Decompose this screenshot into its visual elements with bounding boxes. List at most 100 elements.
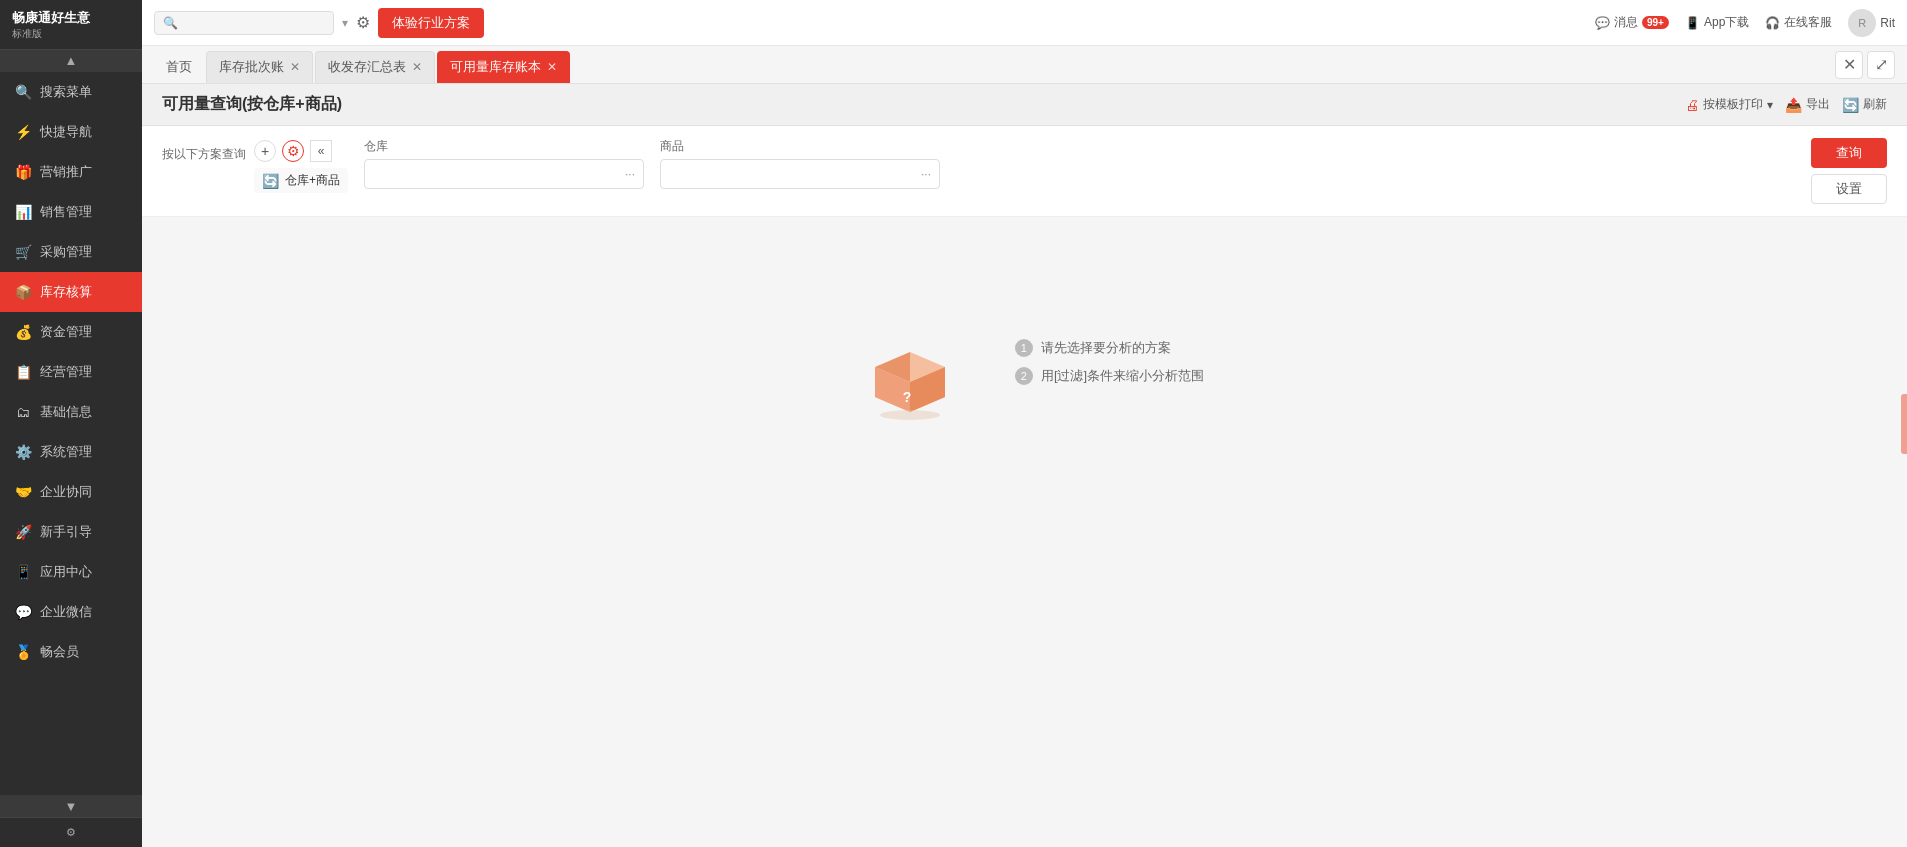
tab-home[interactable]: 首页 (154, 51, 204, 83)
collapse-scheme-btn[interactable]: « (310, 140, 332, 162)
topbar-search-box[interactable]: 🔍 (154, 11, 334, 35)
topbar-gear-icon[interactable]: ⚙ (356, 13, 370, 32)
settings-btn[interactable]: 设置 (1811, 174, 1887, 204)
messages-label: 消息 (1614, 14, 1638, 31)
app-download-icon: 📱 (1685, 16, 1700, 30)
sidebar-item-label: 新手引导 (40, 523, 92, 541)
page-header: 可用量查询(按仓库+商品) 🖨 按模板打印 ▾ 📤 导出 🔄 刷新 (142, 84, 1907, 126)
edit-scheme-btn[interactable]: ⚙ (282, 140, 304, 162)
user-area[interactable]: R Rit (1848, 9, 1895, 37)
sidebar-item-newbie[interactable]: 🚀 新手引导 (0, 512, 142, 552)
tabbar-right: ✕ ⤢ (1835, 51, 1895, 79)
tab-summary[interactable]: 收发存汇总表 ✕ (315, 51, 435, 83)
goods-input[interactable] (669, 167, 915, 181)
messages-icon: 💬 (1595, 16, 1610, 30)
topbar: 🔍 ▾ ⚙ 体验行业方案 💬 消息 99+ 📱 App下载 🎧 在线客服 R (142, 0, 1907, 46)
sidebar-item-wechat[interactable]: 💬 企业微信 (0, 592, 142, 632)
page-title: 可用量查询(按仓库+商品) (162, 94, 342, 115)
tab-available-close[interactable]: ✕ (547, 60, 557, 74)
sidebar: 畅康通好生意 标准版 ▲ 🔍 搜索菜单 ⚡ 快捷导航 🎁 营销推广 📊 销售管理… (0, 0, 142, 847)
tab-summary-close[interactable]: ✕ (412, 60, 422, 74)
sidebar-item-shortcut[interactable]: ⚡ 快捷导航 (0, 112, 142, 152)
system-icon: ⚙️ (14, 443, 32, 461)
svg-point-6 (880, 410, 940, 420)
sidebar-item-search[interactable]: 🔍 搜索菜单 (0, 72, 142, 112)
tab-close-all-btn[interactable]: ✕ (1835, 51, 1863, 79)
tab-available[interactable]: 可用量库存账本 ✕ (437, 51, 570, 83)
avatar: R (1848, 9, 1876, 37)
member-icon: 🏅 (14, 643, 32, 661)
newbie-icon: 🚀 (14, 523, 32, 541)
export-btn[interactable]: 📤 导出 (1785, 96, 1830, 113)
sidebar-item-member[interactable]: 🏅 畅会员 (0, 632, 142, 672)
print-label: 按模板打印 (1703, 96, 1763, 113)
print-btn[interactable]: 🖨 按模板打印 ▾ (1685, 96, 1773, 113)
sidebar-item-sales[interactable]: 📊 销售管理 (0, 192, 142, 232)
tab-batch[interactable]: 库存批次账 ✕ (206, 51, 313, 83)
goods-input-wrapper[interactable]: ··· (660, 159, 940, 189)
step-num-2: 2 (1015, 367, 1033, 385)
sidebar-item-basic[interactable]: 🗂 基础信息 (0, 392, 142, 432)
sidebar-item-label: 营销推广 (40, 163, 92, 181)
wechat-icon: 💬 (14, 603, 32, 621)
sidebar-logo: 畅康通好生意 标准版 (0, 0, 142, 50)
sidebar-scroll-down[interactable]: ▼ (0, 795, 142, 817)
sidebar-item-label: 库存核算 (40, 283, 92, 301)
warehouse-input[interactable] (373, 167, 619, 181)
query-btn[interactable]: 查询 (1811, 138, 1887, 168)
sidebar-item-marketing[interactable]: 🎁 营销推广 (0, 152, 142, 192)
tab-batch-close[interactable]: ✕ (290, 60, 300, 74)
warehouse-dots[interactable]: ··· (625, 167, 635, 181)
sidebar-item-label: 销售管理 (40, 203, 92, 221)
scheme-item[interactable]: 🔄 仓库+商品 (254, 168, 348, 193)
refresh-label: 刷新 (1863, 96, 1887, 113)
sidebar-item-appcenter[interactable]: 📱 应用中心 (0, 552, 142, 592)
export-label: 导出 (1806, 96, 1830, 113)
filter-actions: 查询 设置 (1811, 138, 1887, 204)
sidebar-item-system[interactable]: ⚙️ 系统管理 (0, 432, 142, 472)
main-content: 🔍 ▾ ⚙ 体验行业方案 💬 消息 99+ 📱 App下载 🎧 在线客服 R (142, 0, 1907, 847)
step-2-text: 用[过滤]条件来缩小分析范围 (1041, 367, 1204, 385)
content-area: 可用量查询(按仓库+商品) 🖨 按模板打印 ▾ 📤 导出 🔄 刷新 (142, 84, 1907, 847)
empty-state: ? 1 请先选择要分析的方案 2 用[过滤]条件来缩小分析范围 (142, 217, 1907, 507)
sidebar-item-label: 系统管理 (40, 443, 92, 461)
trial-btn[interactable]: 体验行业方案 (378, 8, 484, 38)
online-service-btn[interactable]: 🎧 在线客服 (1765, 14, 1832, 31)
topbar-right-area: 💬 消息 99+ 📱 App下载 🎧 在线客服 R Rit (1595, 9, 1895, 37)
add-scheme-btn[interactable]: + (254, 140, 276, 162)
sidebar-item-operation[interactable]: 📋 经营管理 (0, 352, 142, 392)
warehouse-field-group: 仓库 ··· (364, 138, 644, 189)
inventory-icon: 📦 (14, 283, 32, 301)
tabbar: 首页 库存批次账 ✕ 收发存汇总表 ✕ 可用量库存账本 ✕ ✕ ⤢ (142, 46, 1907, 84)
tab-summary-label: 收发存汇总表 (328, 58, 406, 76)
scheme-icon: 🔄 (262, 173, 279, 189)
warehouse-input-wrapper[interactable]: ··· (364, 159, 644, 189)
filter-area: 按以下方案查询 + ⚙ « 🔄 仓库+商品 仓库 (142, 126, 1907, 217)
sidebar-item-label: 经营管理 (40, 363, 92, 381)
empty-illustration: ? (845, 297, 975, 427)
sidebar-scroll-up[interactable]: ▲ (0, 50, 142, 72)
messages-btn[interactable]: 💬 消息 99+ (1595, 14, 1669, 31)
sidebar-item-label: 采购管理 (40, 243, 92, 261)
operation-icon: 📋 (14, 363, 32, 381)
tab-expand-btn[interactable]: ⤢ (1867, 51, 1895, 79)
app-subtitle: 标准版 (12, 27, 130, 41)
empty-step-2: 2 用[过滤]条件来缩小分析范围 (1015, 367, 1204, 385)
sidebar-scroll-area: 🔍 搜索菜单 ⚡ 快捷导航 🎁 营销推广 📊 销售管理 🛒 采购管理 📦 库存核… (0, 72, 142, 795)
app-download-btn[interactable]: 📱 App下载 (1685, 14, 1749, 31)
goods-dots[interactable]: ··· (921, 167, 931, 181)
sidebar-item-purchase[interactable]: 🛒 采购管理 (0, 232, 142, 272)
topbar-chevron-icon[interactable]: ▾ (342, 16, 348, 30)
refresh-btn[interactable]: 🔄 刷新 (1842, 96, 1887, 113)
sidebar-item-label: 企业协同 (40, 483, 92, 501)
empty-svg: ? (845, 297, 975, 427)
sidebar-item-finance[interactable]: 💰 资金管理 (0, 312, 142, 352)
topbar-search-input[interactable] (182, 16, 302, 30)
export-icon: 📤 (1785, 97, 1802, 113)
search-icon: 🔍 (14, 83, 32, 101)
step-num-1: 1 (1015, 339, 1033, 357)
sidebar-item-inventory[interactable]: 📦 库存核算 (0, 272, 142, 312)
sidebar-item-enterprise[interactable]: 🤝 企业协同 (0, 472, 142, 512)
messages-badge: 99+ (1642, 16, 1669, 29)
filter-fields: 仓库 ··· 商品 ··· (364, 138, 1795, 189)
